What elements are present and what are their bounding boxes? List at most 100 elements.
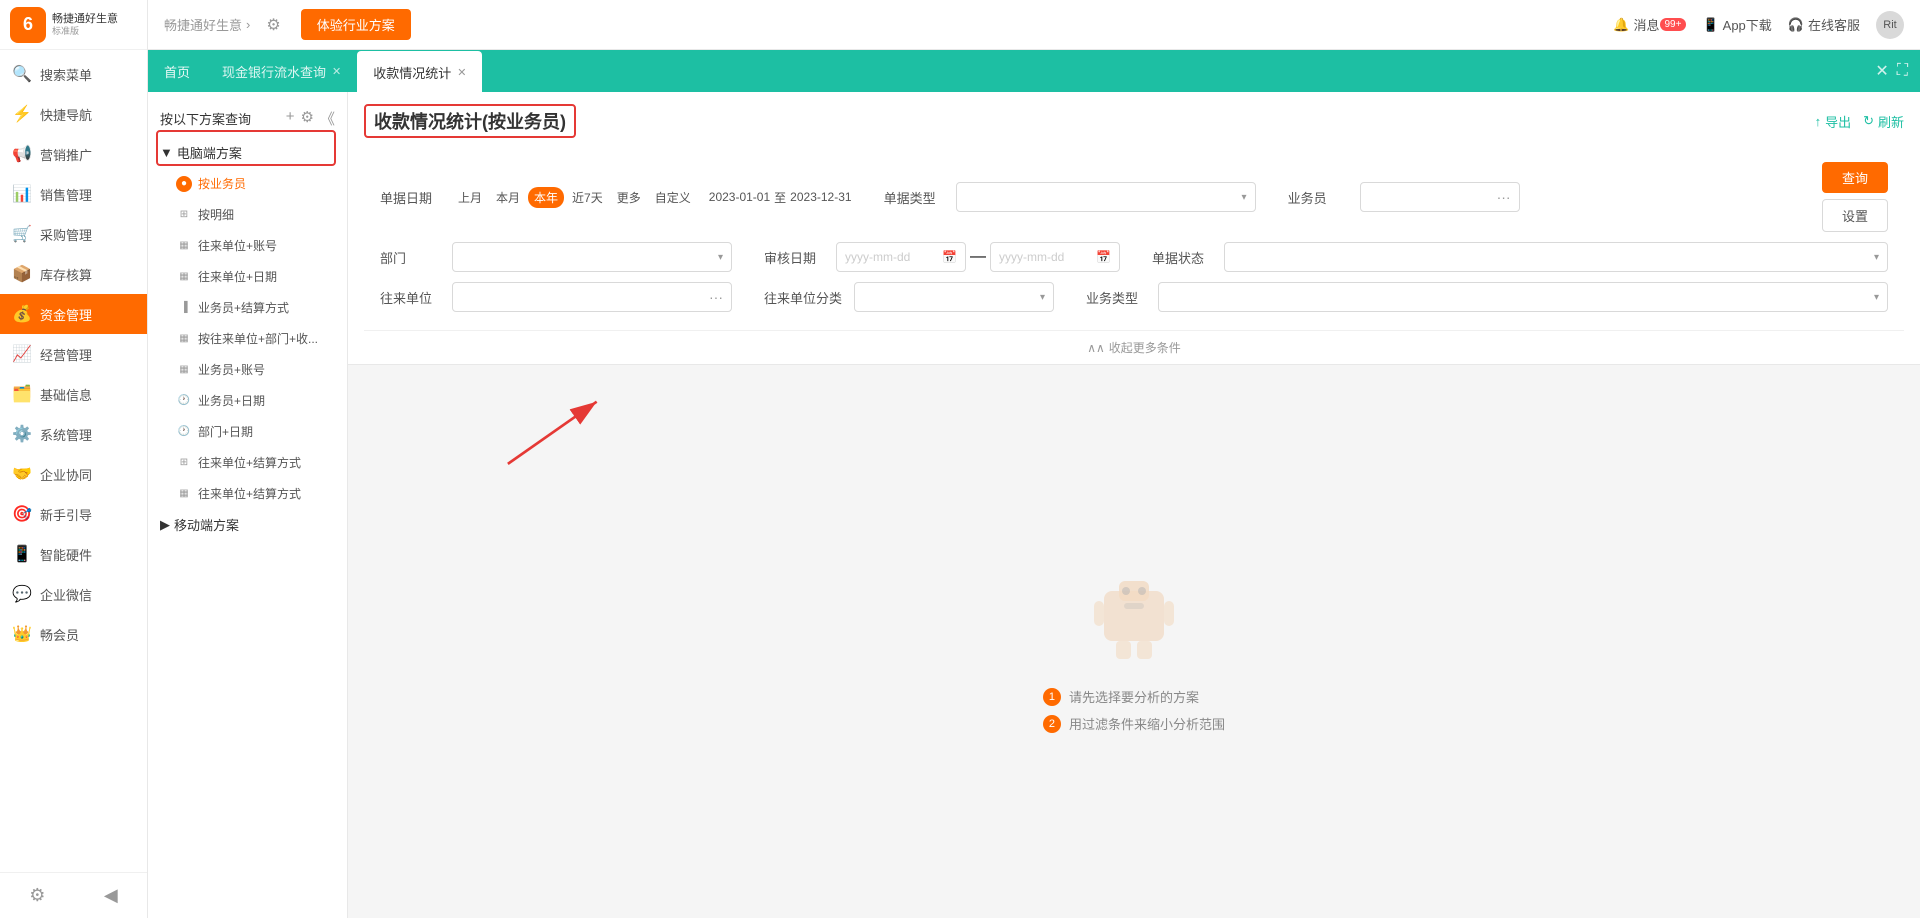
counterpart-category-select[interactable]: ▾: [854, 282, 1054, 312]
sidebar-collapse-icon[interactable]: ◀: [100, 881, 122, 910]
desktop-scheme-title[interactable]: ▼ 电脑端方案: [148, 137, 347, 168]
page-header: 收款情况统计(按业务员) ↑ 导出 ↻ 刷新: [348, 92, 1920, 365]
cart-icon: 🛒: [12, 224, 32, 244]
audit-date-inputs: yyyy-mm-dd 📅 — yyyy-mm-dd 📅: [836, 242, 1120, 272]
tabbar-close-icon[interactable]: ✕: [1875, 61, 1888, 81]
sidebar-item-guide[interactable]: 🎯 新手引导: [0, 494, 147, 534]
date-label: 单据日期: [380, 188, 440, 207]
bill-type-select[interactable]: ▾: [956, 182, 1256, 212]
topbar: 畅捷通好生意 › ⚙ 体验行业方案 🔔 消息 99+ 📱 App下载 🎧 在线客…: [148, 0, 1920, 50]
empty-tip-2: 2 用过滤条件来缩小分析范围: [1043, 714, 1225, 733]
tab-home[interactable]: 首页: [148, 50, 206, 92]
scheme-item-salesman-account[interactable]: ▦ 业务员+账号: [148, 354, 347, 385]
business-type-chevron: ▾: [1874, 292, 1879, 303]
dept-select[interactable]: ▾: [452, 242, 732, 272]
export-icon: ↑: [1815, 114, 1822, 129]
left-panel: 按以下方案查询 + ⚙ 《 ▼ 电脑端方案 ● 按业务员: [148, 92, 348, 918]
date-tab-last-month[interactable]: 上月: [452, 187, 488, 208]
query-button[interactable]: 查询: [1822, 162, 1888, 193]
messages-btn[interactable]: 🔔 消息 99+: [1613, 15, 1686, 34]
counterpart-more-icon[interactable]: ···: [709, 289, 723, 305]
audit-date-end[interactable]: yyyy-mm-dd 📅: [990, 242, 1120, 272]
topbar-gear-icon[interactable]: ⚙: [266, 15, 280, 35]
scheme-item-salesman-settle[interactable]: ▐ 业务员+结算方式: [148, 292, 347, 323]
trial-button[interactable]: 体验行业方案: [301, 9, 411, 40]
sidebar-item-operation[interactable]: 📈 经营管理: [0, 334, 147, 374]
scheme-collapse-icon[interactable]: 《: [320, 108, 335, 129]
scheme-item-unit-account[interactable]: ▦ 往来单位+账号: [148, 230, 347, 261]
sidebar-item-purchase[interactable]: 🛒 采购管理: [0, 214, 147, 254]
logo-icon: 6: [10, 7, 46, 43]
sidebar-item-wechat[interactable]: 💬 企业微信: [0, 574, 147, 614]
sidebar: 6 畅捷通好生意 标准版 🔍 搜索菜单 ⚡ 快捷导航 📢 营销推广 📊 销售管理…: [0, 0, 148, 918]
app-download-btn[interactable]: 📱 App下载: [1702, 15, 1771, 34]
sidebar-item-member[interactable]: 👑 畅会员: [0, 614, 147, 654]
online-service-btn[interactable]: 🎧 在线客服: [1788, 15, 1860, 34]
tab-receipt-stat-close[interactable]: ✕: [457, 66, 466, 79]
refresh-button[interactable]: ↻ 刷新: [1863, 112, 1904, 131]
wechat-icon: 💬: [12, 584, 32, 604]
tab-bank-flow[interactable]: 现金银行流水查询 ✕: [206, 50, 357, 92]
scheme-item-unit-date[interactable]: ▦ 往来单位+日期: [148, 261, 347, 292]
megaphone-icon: 📢: [12, 144, 32, 164]
arrow-expand-icon: ▼: [160, 145, 173, 160]
trend-icon: 📈: [12, 344, 32, 364]
sidebar-item-system[interactable]: ⚙️ 系统管理: [0, 414, 147, 454]
refresh-icon: ↻: [1863, 113, 1874, 129]
sidebar-item-sales[interactable]: 📊 销售管理: [0, 174, 147, 214]
counterpart-select[interactable]: ···: [452, 282, 732, 312]
scheme-item-unit-dept-collect[interactable]: ▦ 按往来单位+部门+收...: [148, 323, 347, 354]
left-panel-header: 按以下方案查询 + ⚙ 《: [148, 100, 347, 137]
search-icon: 🔍: [12, 64, 32, 84]
tab-bank-flow-close[interactable]: ✕: [332, 65, 341, 78]
main-area: 畅捷通好生意 › ⚙ 体验行业方案 🔔 消息 99+ 📱 App下载 🎧 在线客…: [148, 0, 1920, 918]
scheme-add-icon[interactable]: +: [286, 108, 295, 129]
scheme-item-unit-settle2[interactable]: ▦ 往来单位+结算方式: [148, 478, 347, 509]
scheme-item-dept-date[interactable]: 🕐 部门+日期: [148, 416, 347, 447]
scheme-item-detail[interactable]: ⊞ 按明细: [148, 199, 347, 230]
message-badge: 99+: [1660, 18, 1687, 31]
logo-area: 6 畅捷通好生意 标准版: [0, 0, 147, 50]
sidebar-settings-icon[interactable]: ⚙: [25, 881, 49, 910]
scheme-settings-icon[interactable]: ⚙: [301, 108, 314, 129]
date-tab-this-month[interactable]: 本月: [490, 187, 526, 208]
export-button[interactable]: ↑ 导出: [1815, 112, 1852, 131]
sidebar-item-quick-nav[interactable]: ⚡ 快捷导航: [0, 94, 147, 134]
scheme-item-salesman[interactable]: ● 按业务员: [148, 168, 347, 199]
audit-date-start[interactable]: yyyy-mm-dd 📅: [836, 242, 966, 272]
scheme-icon-unit-date: ▦: [176, 269, 192, 285]
user-avatar[interactable]: Rit: [1876, 11, 1904, 39]
sidebar-item-enterprise[interactable]: 🤝 企业协同: [0, 454, 147, 494]
sidebar-item-search[interactable]: 🔍 搜索菜单: [0, 54, 147, 94]
sidebar-item-base[interactable]: 🗂️ 基础信息: [0, 374, 147, 414]
bill-status-select[interactable]: ▾: [1224, 242, 1888, 272]
salesman-select[interactable]: ···: [1360, 182, 1520, 212]
phone-icon: 📱: [1702, 17, 1718, 33]
scheme-item-unit-settle1[interactable]: ⊞ 往来单位+结算方式: [148, 447, 347, 478]
date-tab-7days[interactable]: 近7天: [566, 187, 609, 208]
sidebar-item-marketing[interactable]: 📢 营销推广: [0, 134, 147, 174]
scheme-icon-unit-settle2: ▦: [176, 486, 192, 502]
scheme-icon-salesman-settle: ▐: [176, 300, 192, 316]
crown-icon: 👑: [12, 624, 32, 644]
mobile-scheme-title[interactable]: ▶ 移动端方案: [148, 509, 347, 540]
counterpart-category-chevron: ▾: [1040, 292, 1045, 303]
sidebar-item-inventory[interactable]: 📦 库存核算: [0, 254, 147, 294]
money-icon: 💰: [12, 304, 32, 324]
sidebar-item-hardware[interactable]: 📱 智能硬件: [0, 534, 147, 574]
date-tab-custom[interactable]: 自定义: [649, 187, 697, 208]
set-button[interactable]: 设置: [1822, 199, 1888, 232]
sidebar-item-finance[interactable]: 💰 资金管理: [0, 294, 147, 334]
empty-tip-1: 1 请先选择要分析的方案: [1043, 687, 1225, 706]
scheme-item-salesman-date[interactable]: 🕐 业务员+日期: [148, 385, 347, 416]
salesman-more-icon[interactable]: ···: [1497, 189, 1511, 205]
filter-area: 单据日期 上月 本月 本年 近7天 更多 自定义 2023-01-01 至: [364, 150, 1904, 330]
business-type-select[interactable]: ▾: [1158, 282, 1888, 312]
page-title-row: 收款情况统计(按业务员) ↑ 导出 ↻ 刷新: [364, 104, 1904, 138]
tabbar-expand-icon[interactable]: ⛶: [1897, 62, 1908, 80]
collapse-bar[interactable]: ∧∧ 收起更多条件: [364, 330, 1904, 364]
tab-receipt-stat[interactable]: 收款情况统计 ✕: [357, 51, 482, 93]
date-range-end: 2023-12-31: [790, 190, 851, 204]
date-tab-this-year[interactable]: 本年: [528, 187, 564, 208]
date-tab-more[interactable]: 更多: [611, 187, 647, 208]
